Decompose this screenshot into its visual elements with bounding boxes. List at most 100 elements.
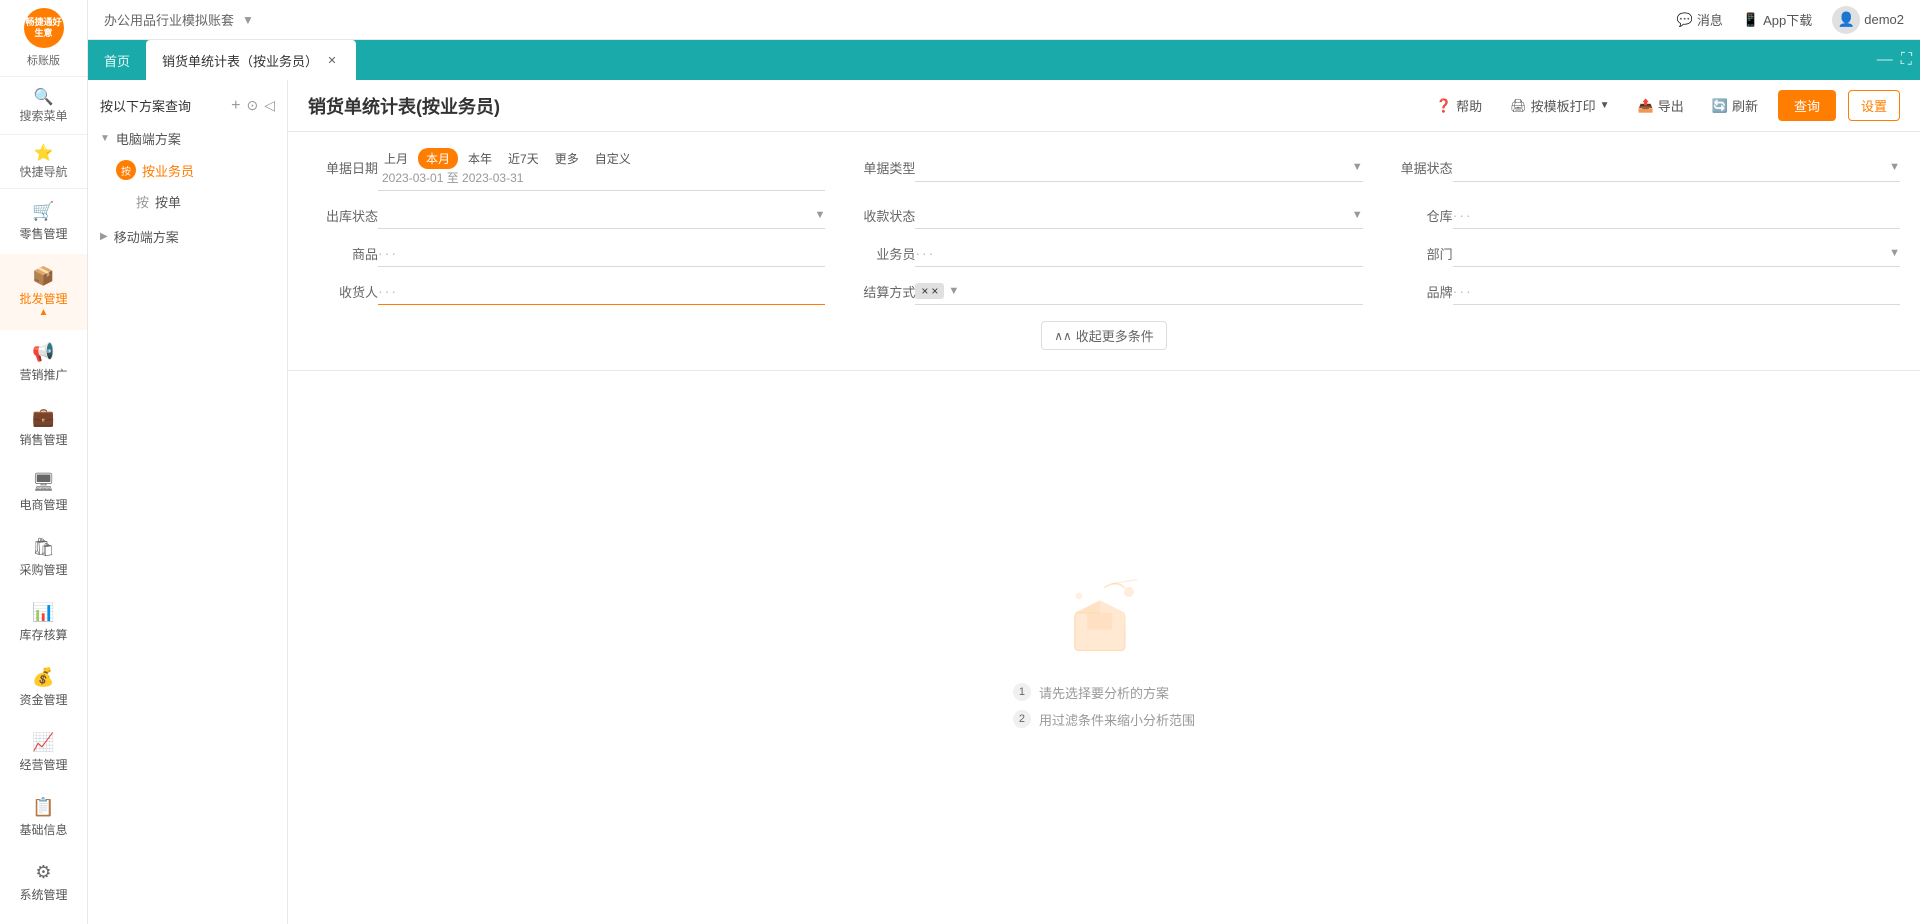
- tree-item-by-order[interactable]: 按 按单: [88, 186, 287, 217]
- export-button[interactable]: 📤 导出: [1630, 92, 1692, 119]
- sidebar-logo[interactable]: 畅捷通好生意 标账版: [0, 0, 87, 77]
- tab-home[interactable]: 首页: [88, 40, 146, 80]
- collapse-button[interactable]: ∧∧ 收起更多条件: [1041, 321, 1167, 350]
- stock-input[interactable]: ▼: [378, 201, 825, 229]
- tab-home-label: 首页: [104, 51, 130, 70]
- tip1-num: 1: [1013, 683, 1031, 701]
- refresh-scheme-icon[interactable]: ⊙: [246, 97, 258, 115]
- sidebar-item-system[interactable]: ⚙ 系统管理: [0, 850, 87, 915]
- sales-icon: 💼: [32, 407, 54, 428]
- date-btn-more[interactable]: 更多: [549, 148, 585, 169]
- tree-mobile-scheme[interactable]: ▶ 移动端方案: [88, 221, 287, 252]
- refresh-button[interactable]: 🔄 刷新: [1704, 92, 1766, 119]
- header-actions: 💬 消息 📱 App下载 👤 demo2: [1677, 6, 1904, 34]
- tab-minimize-icon[interactable]: —: [1877, 51, 1893, 69]
- main-content: 办公用品行业模拟账套 ▼ 💬 消息 📱 App下载 👤 demo2 首页: [88, 0, 1920, 924]
- query-label: 查询: [1794, 96, 1820, 115]
- sidebar: 畅捷通好生意 标账版 🔍 搜索菜单 ⭐ 快捷导航 🛒 零售管理 📦 批发管理 ▲…: [0, 0, 88, 924]
- filter-stock-cell: 出库状态 ▼: [308, 201, 825, 229]
- warehouse-input[interactable]: ···: [1453, 201, 1900, 229]
- date-btn-this-year[interactable]: 本年: [462, 148, 498, 169]
- print-arrow-icon: ▼: [1600, 100, 1610, 111]
- app-download-label: App下载: [1763, 10, 1812, 29]
- tab-close-icon[interactable]: ✕: [324, 52, 340, 68]
- message-action[interactable]: 💬 消息: [1677, 10, 1723, 29]
- tree-arrow-right-icon: ▶: [100, 231, 108, 242]
- filter-payment-cell: 收款状态 ▼: [845, 201, 1362, 229]
- sidebar-item-enterprise[interactable]: 🤝 企业协同: [0, 915, 87, 924]
- sidebar-item-basic[interactable]: 📋 基础信息: [0, 785, 87, 850]
- goods-input[interactable]: ···: [378, 239, 825, 267]
- app-download-action[interactable]: 📱 App下载: [1743, 10, 1812, 29]
- dept-input[interactable]: ▼: [1453, 239, 1900, 267]
- finance-icon: 💰: [32, 667, 54, 688]
- tree-pc-scheme[interactable]: ▼ 电脑端方案: [88, 123, 287, 154]
- refresh-icon: 🔄: [1712, 98, 1728, 114]
- collapse-label: 收起更多条件: [1076, 326, 1154, 345]
- date-btn-7days[interactable]: 近7天: [502, 148, 545, 169]
- sidebar-item-wholesale[interactable]: 📦 批发管理 ▲: [0, 254, 87, 330]
- template-print-button[interactable]: 🖨 按模板打印 ▼: [1502, 92, 1617, 119]
- ecommerce-icon: 🖥: [32, 472, 55, 493]
- user-profile[interactable]: 👤 demo2: [1832, 6, 1904, 34]
- system-icon: ⚙: [35, 862, 51, 883]
- right-panel: 销货单统计表(按业务员) ❓ 帮助 🖨 按模板打印 ▼ 📤: [288, 80, 1920, 924]
- filter-salesperson-cell: 业务员 ···: [845, 239, 1362, 267]
- refresh-label: 刷新: [1732, 96, 1758, 115]
- warehouse-label: 仓库: [1383, 206, 1453, 225]
- query-button[interactable]: 查询: [1778, 90, 1836, 121]
- left-panel-header: 按以下方案查询 + ⊙ ◁: [88, 88, 287, 123]
- retail-icon: 🛒: [32, 201, 54, 222]
- doctype-input[interactable]: ▼: [915, 154, 1362, 182]
- paymethod-value: ×: [921, 284, 928, 298]
- print-icon: 🖨: [1510, 98, 1527, 114]
- date-btn-custom[interactable]: 自定义: [589, 148, 637, 169]
- docstatus-arrow-icon: ▼: [1889, 161, 1900, 173]
- payment-input[interactable]: ▼: [915, 201, 1362, 229]
- help-button[interactable]: ❓ 帮助: [1428, 92, 1490, 119]
- sidebar-item-marketing[interactable]: 📢 营销推广: [0, 330, 87, 395]
- date-filter-buttons: 上月 本月 本年 近7天 更多 自定义: [378, 148, 825, 169]
- sidebar-item-finance[interactable]: 💰 资金管理: [0, 655, 87, 720]
- paymethod-input[interactable]: × × ▼: [915, 277, 1362, 305]
- sidebar-item-operations[interactable]: 📈 经营管理: [0, 720, 87, 785]
- tree-item-by-salesperson[interactable]: 按 按业务员: [88, 154, 287, 186]
- sidebar-item-sales[interactable]: 💼 销售管理: [0, 395, 87, 460]
- filter-row-3: 商品 ··· 业务员 ··· 部门: [308, 239, 1900, 267]
- paymethod-arrow-icon: ▼: [948, 285, 959, 297]
- sidebar-item-ecommerce[interactable]: 🖥 电商管理: [0, 460, 87, 525]
- tab-bar: 首页 销货单统计表（按业务员） ✕ — ⛶: [88, 40, 1920, 80]
- empty-tips: 1 请先选择要分析的方案 2 用过滤条件来缩小分析范围: [1013, 683, 1195, 729]
- tip1-text: 请先选择要分析的方案: [1039, 683, 1169, 702]
- collapse-panel-icon[interactable]: ◁: [264, 97, 275, 115]
- filter-dept-cell: 部门 ▼: [1383, 239, 1900, 267]
- tab-sales-stat[interactable]: 销货单统计表（按业务员） ✕: [146, 40, 356, 80]
- sidebar-item-inventory[interactable]: 📊 库存核算: [0, 590, 87, 655]
- page-actions: ❓ 帮助 🖨 按模板打印 ▼ 📤 导出 🔄: [1428, 90, 1900, 121]
- docstatus-input[interactable]: ▼: [1453, 154, 1900, 182]
- breadcrumb-arrow-icon[interactable]: ▼: [242, 13, 254, 27]
- salesperson-input[interactable]: ···: [915, 239, 1362, 267]
- date-btn-this-month[interactable]: 本月: [418, 148, 458, 169]
- page-title: 销货单统计表(按业务员): [308, 93, 500, 119]
- receiver-input[interactable]: ···: [378, 277, 825, 305]
- settings-button[interactable]: 设置: [1848, 90, 1900, 121]
- sidebar-shortcut[interactable]: ⭐ 快捷导航: [0, 135, 87, 189]
- filter-date-cell: 单据日期 上月 本月 本年 近7天 更多 自定义: [308, 144, 825, 191]
- page-title-bar: 销货单统计表(按业务员) ❓ 帮助 🖨 按模板打印 ▼ 📤: [288, 80, 1920, 132]
- date-range-display: 2023-03-01 至 2023-03-31: [378, 169, 825, 186]
- paymethod-clear-icon[interactable]: ×: [931, 284, 938, 298]
- dept-label: 部门: [1383, 244, 1453, 263]
- sidebar-item-purchase[interactable]: 🛍 采购管理: [0, 525, 87, 590]
- filter-warehouse-cell: 仓库 ···: [1383, 201, 1900, 229]
- sidebar-search[interactable]: 🔍 搜索菜单: [0, 77, 87, 135]
- basic-icon: 📋: [32, 797, 54, 818]
- date-btn-last-month[interactable]: 上月: [378, 148, 414, 169]
- doctype-label: 单据类型: [845, 158, 915, 177]
- tab-maximize-icon[interactable]: ⛶: [1901, 51, 1912, 69]
- add-scheme-icon[interactable]: +: [231, 97, 240, 115]
- sidebar-item-retail[interactable]: 🛒 零售管理: [0, 189, 87, 254]
- filter-row-2: 出库状态 ▼ 收款状态 ▼: [308, 201, 1900, 229]
- tip2-num: 2: [1013, 710, 1031, 728]
- brand-input[interactable]: ···: [1453, 277, 1900, 305]
